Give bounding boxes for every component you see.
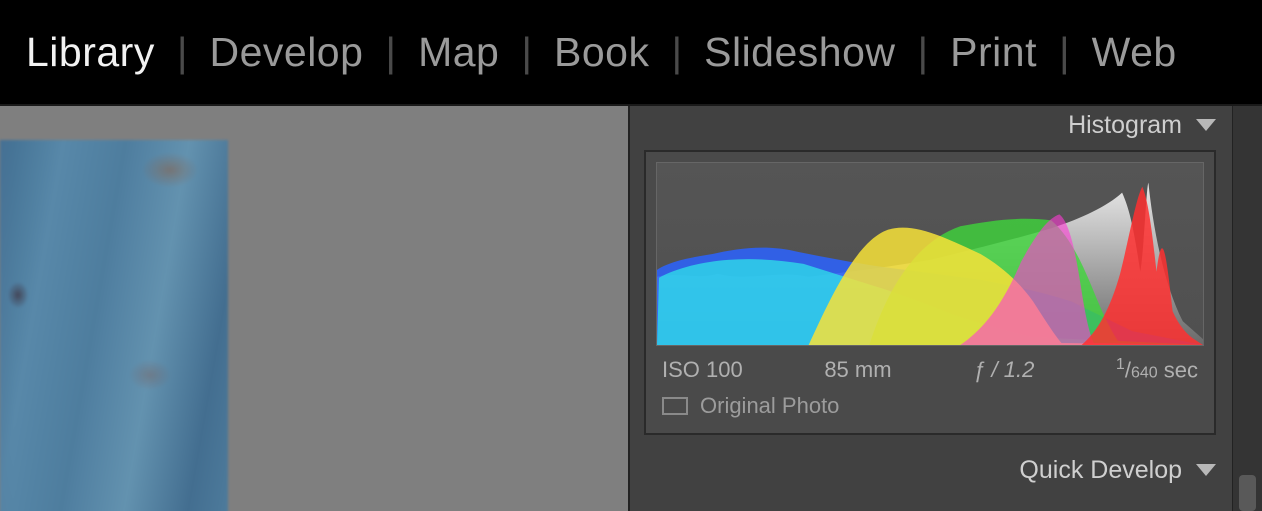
collapse-triangle-icon [1196, 464, 1216, 476]
app-root: Library | Develop | Map | Book | Slidesh… [0, 0, 1262, 511]
original-photo-label: Original Photo [700, 393, 839, 419]
module-slideshow[interactable]: Slideshow [704, 29, 895, 76]
module-separator: | [155, 29, 210, 76]
exif-shutter: 1/640 sec [1116, 356, 1198, 383]
module-print[interactable]: Print [950, 29, 1037, 76]
histogram-panel: ISO 100 85 mm ƒ / 1.2 1/640 sec Original… [644, 150, 1216, 435]
histogram-title: Histogram [1068, 111, 1182, 140]
module-separator: | [1037, 29, 1092, 76]
module-picker-bar: Library | Develop | Map | Book | Slidesh… [0, 0, 1262, 104]
module-separator: | [499, 29, 554, 76]
exif-aperture: ƒ / 1.2 [973, 357, 1034, 383]
right-panel: Histogram [628, 106, 1262, 511]
exif-iso: ISO 100 [662, 357, 743, 383]
module-picker: Library | Develop | Map | Book | Slidesh… [26, 29, 1177, 76]
module-separator: | [896, 29, 951, 76]
module-develop[interactable]: Develop [209, 29, 363, 76]
exif-row: ISO 100 85 mm ƒ / 1.2 1/640 sec [656, 346, 1204, 385]
module-separator: | [363, 29, 418, 76]
quick-develop-title: Quick Develop [1019, 456, 1182, 485]
original-photo-checkbox[interactable] [662, 397, 688, 415]
quick-develop-panel-header[interactable]: Quick Develop [630, 449, 1262, 491]
module-separator: | [649, 29, 704, 76]
exif-focal-length: 85 mm [824, 357, 891, 383]
module-map[interactable]: Map [418, 29, 499, 76]
photo-preview [0, 140, 228, 511]
module-library[interactable]: Library [26, 29, 155, 76]
collapse-triangle-icon [1196, 119, 1216, 131]
histogram-graph[interactable] [656, 162, 1204, 346]
workspace: Histogram [0, 104, 1262, 511]
module-web[interactable]: Web [1092, 29, 1177, 76]
histogram-panel-header[interactable]: Histogram [630, 106, 1262, 144]
original-photo-row: Original Photo [656, 385, 1204, 423]
right-panel-scrollbar[interactable] [1232, 106, 1262, 511]
image-canvas[interactable] [0, 106, 628, 511]
module-book[interactable]: Book [554, 29, 649, 76]
